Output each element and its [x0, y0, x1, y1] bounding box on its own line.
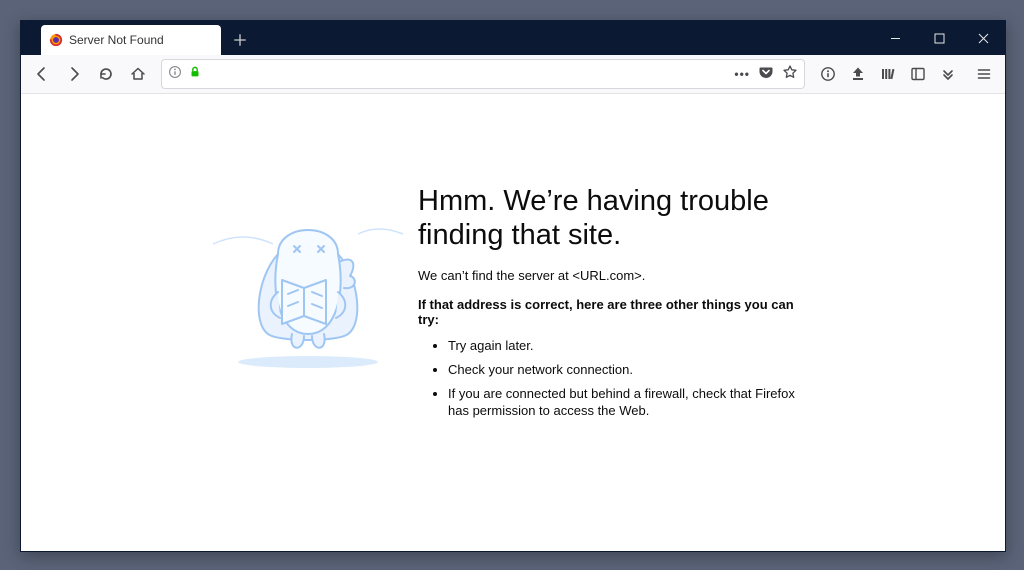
- browser-tab[interactable]: Server Not Found: [41, 25, 221, 55]
- navigation-toolbar: •••: [21, 55, 1005, 94]
- error-text: Hmm. We’re having trouble finding that s…: [418, 184, 818, 426]
- reload-button[interactable]: [91, 59, 121, 89]
- error-tip: Check your network connection.: [448, 361, 818, 379]
- back-button[interactable]: [27, 59, 57, 89]
- browser-window: Server Not Found: [20, 20, 1006, 552]
- new-tab-button[interactable]: [225, 25, 255, 55]
- title-bar: Server Not Found: [21, 21, 1005, 55]
- error-illustration: [208, 184, 408, 384]
- forward-button[interactable]: [59, 59, 89, 89]
- error-tip: Try again later.: [448, 337, 818, 355]
- bookmark-star-icon[interactable]: [782, 64, 798, 85]
- tracking-protection-icon[interactable]: [813, 59, 843, 89]
- url-bar[interactable]: •••: [161, 59, 805, 89]
- url-bar-actions: •••: [734, 64, 798, 85]
- pocket-icon[interactable]: [758, 64, 774, 85]
- lock-icon: [188, 65, 202, 84]
- page-content: Hmm. We’re having trouble finding that s…: [21, 94, 1005, 551]
- error-container: Hmm. We’re having trouble finding that s…: [208, 184, 818, 426]
- home-button[interactable]: [123, 59, 153, 89]
- page-actions-icon[interactable]: •••: [734, 67, 750, 81]
- error-subheading: If that address is correct, here are thr…: [418, 297, 818, 327]
- overflow-icon[interactable]: [933, 59, 963, 89]
- window-maximize-button[interactable]: [917, 21, 961, 55]
- sidebar-icon[interactable]: [903, 59, 933, 89]
- window-minimize-button[interactable]: [873, 21, 917, 55]
- error-message: We can’t find the server at <URL.com>.: [418, 268, 818, 283]
- app-menu-button[interactable]: [969, 59, 999, 89]
- window-close-button[interactable]: [961, 21, 1005, 55]
- library-icon[interactable]: [873, 59, 903, 89]
- error-heading: Hmm. We’re having trouble finding that s…: [418, 184, 818, 252]
- info-icon: [168, 65, 182, 84]
- error-tips-list: Try again later. Check your network conn…: [418, 337, 818, 419]
- downloads-icon[interactable]: [843, 59, 873, 89]
- toolbar-right: [813, 59, 999, 89]
- firefox-favicon-icon: [49, 33, 63, 47]
- error-tip: If you are connected but behind a firewa…: [448, 385, 818, 420]
- tab-title: Server Not Found: [69, 33, 213, 47]
- window-controls: [873, 21, 1005, 55]
- site-identity[interactable]: [168, 65, 202, 84]
